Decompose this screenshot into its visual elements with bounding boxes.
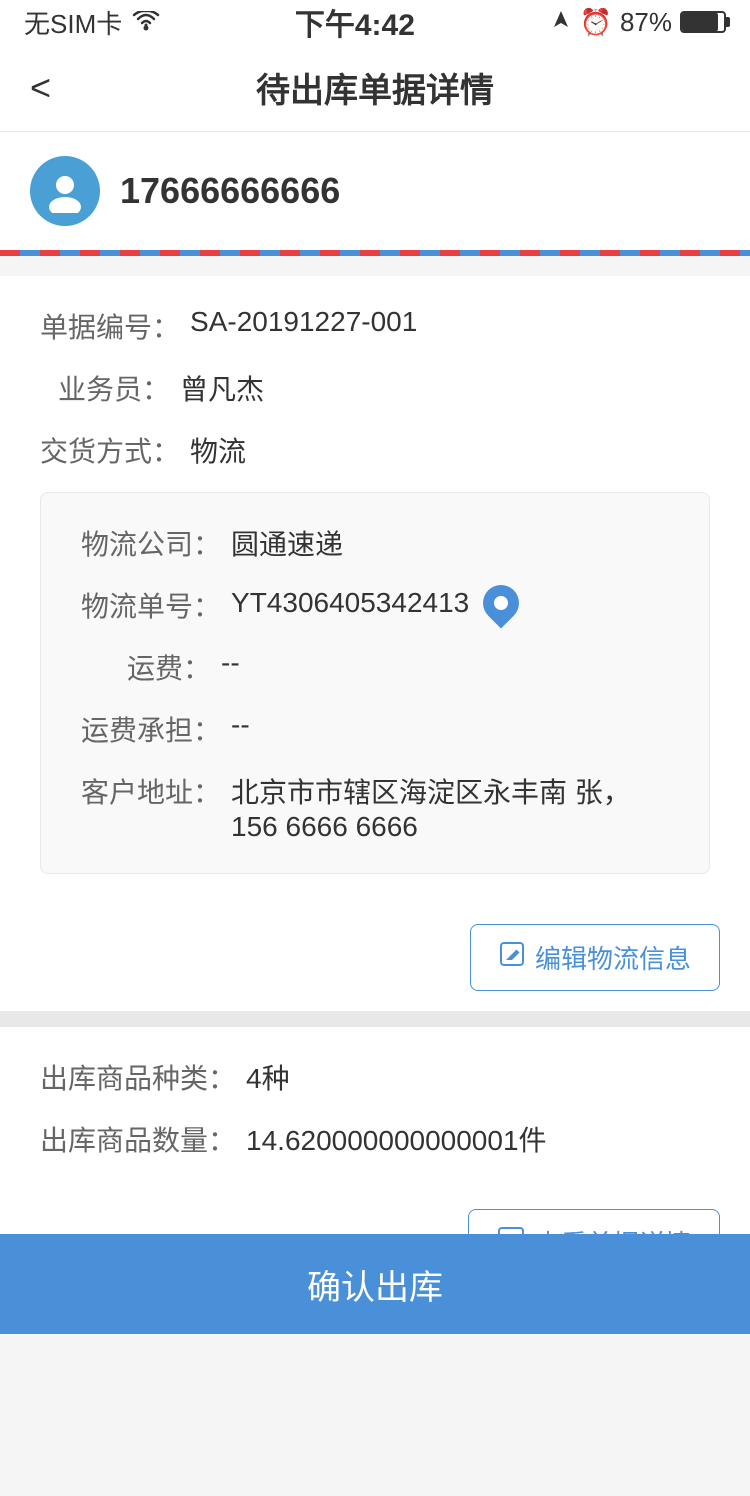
freight-row: 运费： --: [81, 647, 669, 687]
dashed-divider: [0, 250, 750, 256]
tracking-value: YT4306405342413: [231, 585, 669, 621]
wifi-icon: [132, 7, 160, 38]
status-right: ⏰ 87%: [550, 7, 726, 38]
freight-bear-label: 运费承担：: [81, 709, 221, 749]
logistics-company-value: 圆通速递: [231, 523, 669, 563]
edit-btn-label: 编辑物流信息: [535, 939, 691, 976]
tracking-row: 物流单号： YT4306405342413: [81, 585, 669, 625]
staff-row: 业务员： 曾凡杰: [40, 368, 710, 408]
goods-type-label: 出库商品种类：: [40, 1057, 236, 1097]
freight-bear-value: --: [231, 709, 669, 741]
page-title: 待出库单据详情: [256, 63, 494, 112]
staff-value: 曾凡杰: [180, 368, 710, 408]
order-number-label: 单据编号：: [40, 306, 180, 346]
goods-type-row: 出库商品种类： 4种: [40, 1057, 710, 1097]
battery-percent: 87%: [620, 7, 672, 38]
delivery-label: 交货方式：: [40, 430, 180, 470]
delivery-row: 交货方式： 物流: [40, 430, 710, 470]
goods-quantity-row: 出库商品数量： 14.620000000000001件: [40, 1119, 710, 1159]
edit-icon: [499, 941, 525, 974]
delivery-value: 物流: [190, 430, 710, 470]
freight-value: --: [221, 647, 669, 679]
status-bar: 无SIM卡 下午4:42 ⏰ 87%: [0, 0, 750, 44]
section-divider: [0, 1011, 750, 1027]
order-number-value: SA-20191227-001: [190, 306, 710, 338]
goods-quantity-label: 出库商品数量：: [40, 1119, 236, 1159]
edit-logistics-button[interactable]: 编辑物流信息: [470, 924, 720, 991]
logistics-card: 物流公司： 圆通速递 物流单号： YT4306405342413 运费： -- …: [40, 492, 710, 874]
confirm-bar[interactable]: 确认出库: [0, 1234, 750, 1334]
avatar: [30, 156, 100, 226]
nav-bar: < 待出库单据详情: [0, 44, 750, 132]
address-label: 客户地址：: [81, 771, 221, 811]
battery-icon: [680, 7, 726, 38]
confirm-button-label: 确认出库: [307, 1260, 443, 1309]
staff-label: 业务员：: [40, 368, 170, 408]
status-time: 下午4:42: [295, 0, 415, 44]
customer-section: 17666666666: [0, 132, 750, 250]
carrier-text: 无SIM卡: [24, 4, 122, 41]
order-info-card: 单据编号： SA-20191227-001 业务员： 曾凡杰 交货方式： 物流 …: [0, 276, 750, 904]
status-left: 无SIM卡: [24, 4, 160, 41]
logistics-company-label: 物流公司：: [81, 523, 221, 563]
address-row: 客户地址： 北京市市辖区海淀区永丰南 张，156 6666 6666: [81, 771, 669, 843]
edit-btn-container: 编辑物流信息: [0, 904, 750, 1011]
back-button[interactable]: <: [30, 67, 51, 109]
tracking-label: 物流单号：: [81, 585, 221, 625]
alarm-icon: ⏰: [580, 7, 612, 38]
goods-section: 出库商品种类： 4种 出库商品数量： 14.620000000000001件: [0, 1027, 750, 1189]
goods-type-value: 4种: [246, 1057, 710, 1097]
order-number-row: 单据编号： SA-20191227-001: [40, 306, 710, 346]
customer-phone: 17666666666: [120, 170, 340, 212]
address-value: 北京市市辖区海淀区永丰南 张，156 6666 6666: [231, 771, 669, 843]
freight-bear-row: 运费承担： --: [81, 709, 669, 749]
logistics-company-row: 物流公司： 圆通速递: [81, 523, 669, 563]
freight-label: 运费：: [81, 647, 211, 687]
location-pin-icon: [476, 578, 527, 629]
location-icon: [550, 7, 572, 38]
goods-quantity-value: 14.620000000000001件: [246, 1119, 710, 1159]
